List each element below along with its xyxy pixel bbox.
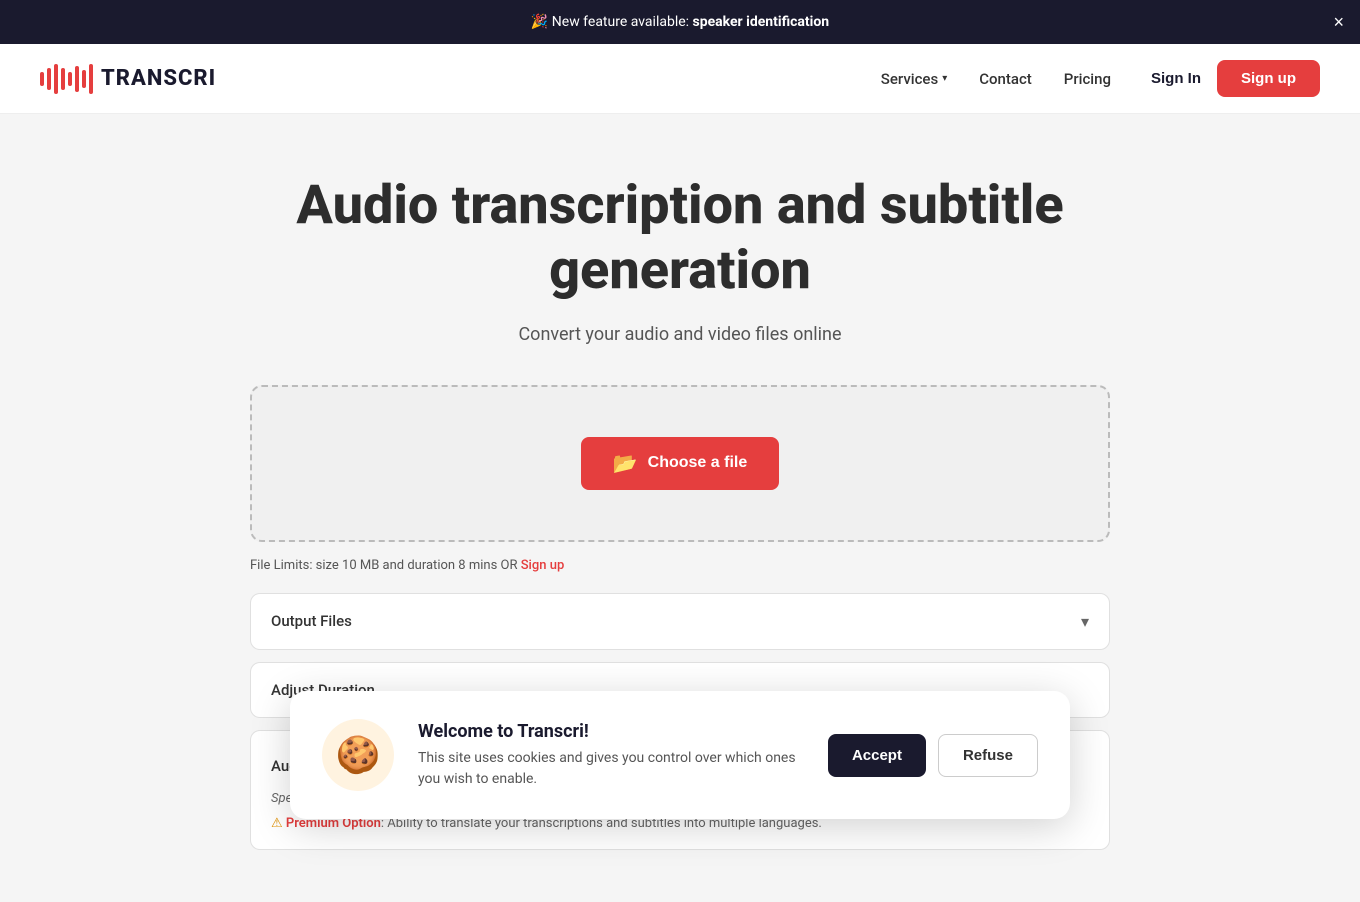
banner-prefix: New feature available: [552,14,693,30]
cookie-banner: 🍪 Welcome to Transcri! This site uses co… [290,691,1070,819]
cookie-title: Welcome to Transcri! [418,721,804,742]
warning-icon: ⚠ [271,816,283,831]
file-limits-text: File Limits: size 10 MB and duration 8 m… [250,558,1110,573]
nav-actions: Sign In Sign up [1151,60,1320,97]
navbar: TRANSCRI Services ▾ Contact Pricing Sign… [0,44,1360,114]
cookie-icon: 🍪 [322,719,394,791]
hero-subtitle: Convert your audio and video files onlin… [250,324,1110,345]
refuse-cookies-button[interactable]: Refuse [938,734,1038,777]
services-chevron-icon: ▾ [942,73,947,84]
cookie-actions: Accept Refuse [828,734,1038,777]
logo-waves-icon [40,61,93,97]
output-files-chevron-icon: ▾ [1081,612,1089,631]
choose-file-label: Choose a file [648,454,748,472]
cookie-description: This site uses cookies and gives you con… [418,748,804,790]
nav-links: Services ▾ Contact Pricing [881,69,1111,88]
logo-link[interactable]: TRANSCRI [40,61,216,97]
hero-title: Audio transcription and subtitle generat… [250,174,1110,304]
announcement-banner: 🎉 New feature available: speaker identif… [0,0,1360,44]
logo-text: TRANSCRI [101,66,216,91]
close-banner-button[interactable]: × [1333,13,1344,31]
banner-emoji: 🎉 [531,14,548,30]
nav-pricing-link[interactable]: Pricing [1064,70,1111,88]
banner-text: 🎉 New feature available: speaker identif… [16,14,1344,30]
output-files-row[interactable]: Output Files ▾ [250,593,1110,650]
nav-services-link[interactable]: Services ▾ [881,70,947,88]
banner-highlight: speaker identification [693,14,830,30]
sign-up-button[interactable]: Sign up [1217,60,1320,97]
sign-in-button[interactable]: Sign In [1151,70,1201,87]
accept-cookies-button[interactable]: Accept [828,734,926,777]
file-upload-area[interactable]: 📂 Choose a file [250,385,1110,542]
output-files-label: Output Files [271,612,352,630]
choose-file-button[interactable]: 📂 Choose a file [581,437,779,490]
cookie-text: Welcome to Transcri! This site uses cook… [418,721,804,790]
file-limits-signup-link[interactable]: Sign up [521,558,565,573]
nav-contact-link[interactable]: Contact [979,70,1032,88]
folder-icon: 📂 [613,451,638,476]
